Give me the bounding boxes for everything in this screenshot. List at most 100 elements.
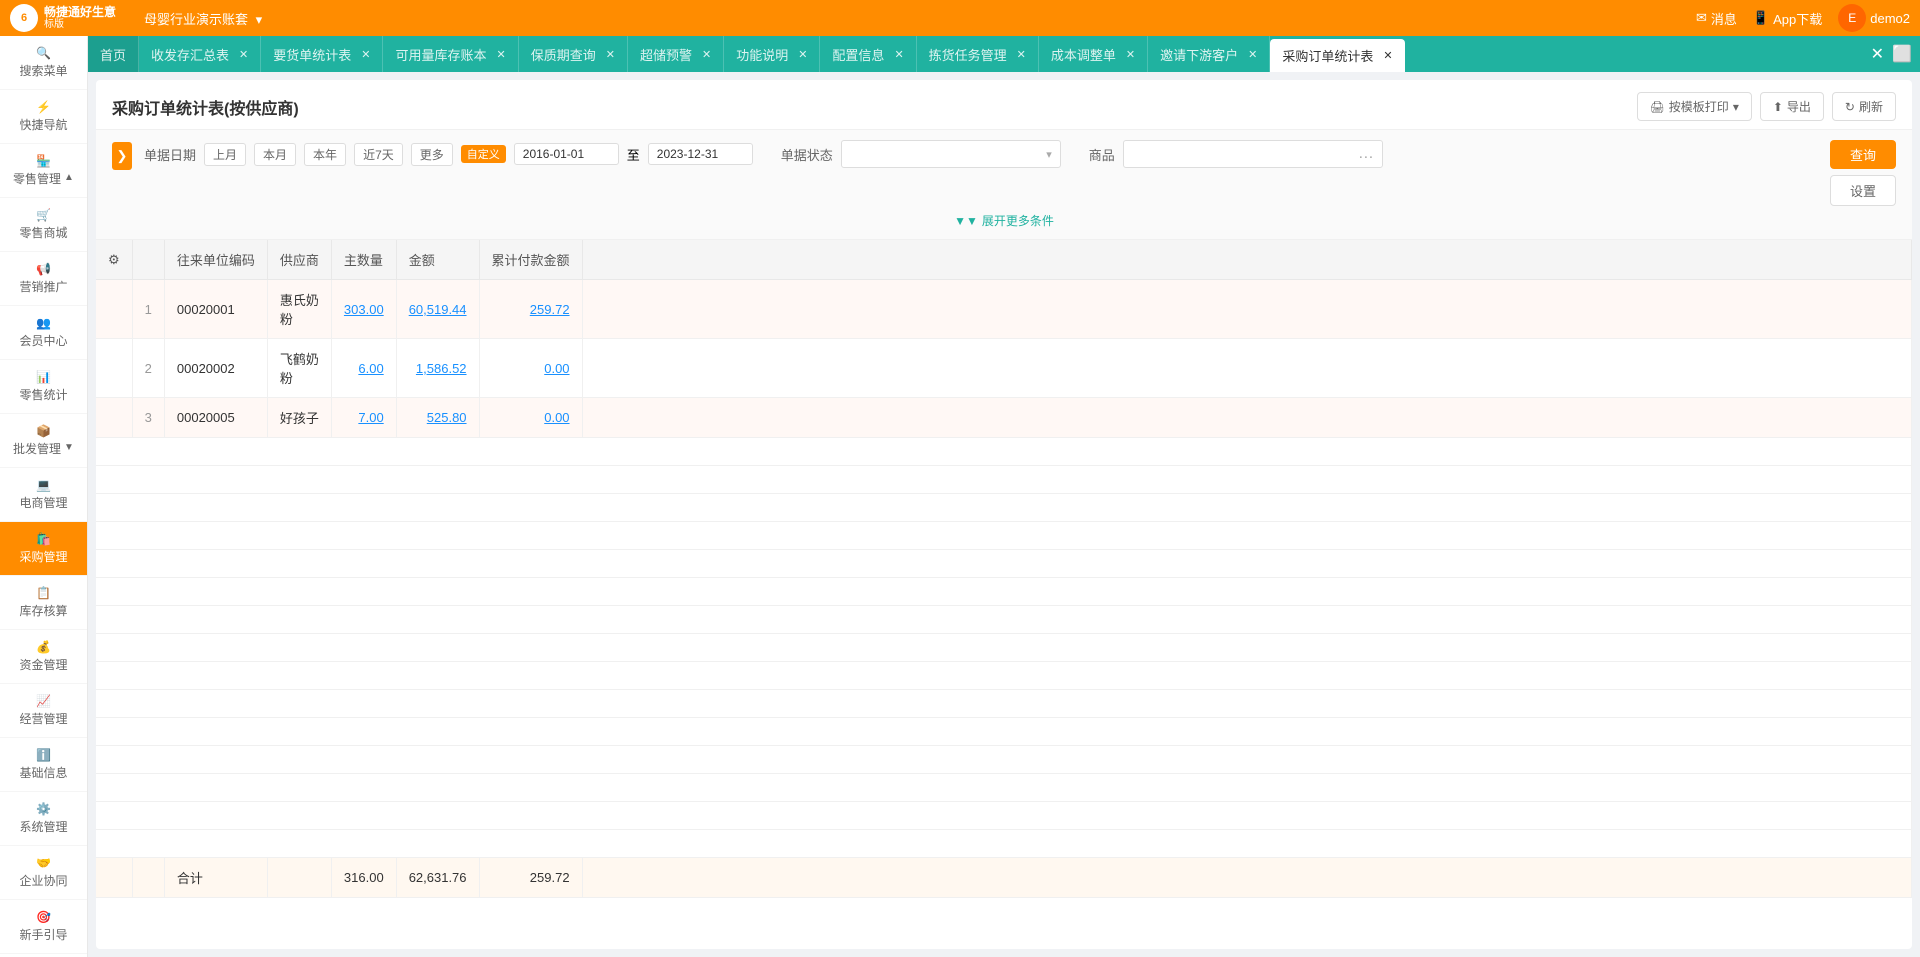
tab-pick-task[interactable]: 拣货任务管理 ✕ bbox=[917, 36, 1039, 72]
tab-cost-adjust[interactable]: 成本调整单 ✕ bbox=[1039, 36, 1148, 72]
app-download-btn[interactable]: 📱 App下载 bbox=[1753, 9, 1822, 28]
tab-close-icon[interactable]: ✕ bbox=[1248, 48, 1257, 61]
row-num: 1 bbox=[132, 280, 164, 339]
scroll-left-btn[interactable]: ❯ bbox=[112, 142, 132, 170]
row-amount[interactable]: 60,519.44 bbox=[396, 280, 479, 339]
sidebar-item-basics[interactable]: ℹ️ 基础信息 bbox=[0, 738, 87, 792]
shortcut-this-year[interactable]: 本年 bbox=[304, 143, 346, 166]
row-supplier: 飞鹤奶粉 bbox=[267, 339, 331, 398]
goods-more-icon[interactable]: … bbox=[1358, 145, 1374, 163]
tab-close-all-btn[interactable]: ✕ bbox=[1871, 44, 1884, 64]
sidebar-item-retail-stats[interactable]: 📊 零售统计 bbox=[0, 360, 87, 414]
row-supplier: 好孩子 bbox=[267, 398, 331, 438]
shortcut-this-month[interactable]: 本月 bbox=[254, 143, 296, 166]
row-paid[interactable]: 259.72 bbox=[479, 280, 582, 339]
tab-receive-summary[interactable]: 收发存汇总表 ✕ bbox=[139, 36, 261, 72]
avatar: E bbox=[1838, 4, 1866, 32]
row-paid[interactable]: 0.00 bbox=[479, 339, 582, 398]
summary-row: 合计 316.00 62,631.76 259.72 bbox=[96, 858, 1912, 898]
tab-close-icon[interactable]: ✕ bbox=[1017, 48, 1026, 61]
tab-config[interactable]: 配置信息 ✕ bbox=[820, 36, 916, 72]
tab-close-icon[interactable]: ✕ bbox=[702, 48, 711, 61]
status-select[interactable]: ▾ bbox=[841, 140, 1061, 168]
tab-close-icon[interactable]: ✕ bbox=[606, 48, 615, 61]
sidebar-item-ecommerce[interactable]: 💻 电商管理 bbox=[0, 468, 87, 522]
data-table: ⚙ 往来单位编码 供应商 主数量 金额 累计付款金额 bbox=[96, 240, 1912, 898]
sidebar-item-system[interactable]: ⚙️ 系统管理 bbox=[0, 792, 87, 846]
row-amount[interactable]: 1,586.52 bbox=[396, 339, 479, 398]
basics-icon: ℹ️ bbox=[6, 748, 81, 762]
sidebar-item-member[interactable]: 👥 会员中心 bbox=[0, 306, 87, 360]
row-paid[interactable]: 0.00 bbox=[479, 398, 582, 438]
shortcut-7days[interactable]: 近7天 bbox=[354, 143, 403, 166]
sidebar-item-marketing[interactable]: 📢 营销推广 bbox=[0, 252, 87, 306]
sidebar-item-guide[interactable]: 🎯 新手引导 bbox=[0, 900, 87, 954]
tab-overstock-warning[interactable]: 超储预警 ✕ bbox=[628, 36, 724, 72]
expand-more-btn[interactable]: ▼▼ 展开更多条件 bbox=[954, 212, 1054, 229]
table-row: 2 00020002 飞鹤奶粉 6.00 1,586.52 0.00 bbox=[96, 339, 1912, 398]
date-from-input[interactable] bbox=[514, 143, 619, 165]
print-btn[interactable]: 🖨 按模板打印 ▾ bbox=[1637, 92, 1752, 121]
workspace-arrow-icon: ▾ bbox=[256, 12, 263, 27]
goods-input[interactable]: … bbox=[1123, 140, 1383, 168]
expand-row: ▼▼ 展开更多条件 bbox=[112, 212, 1896, 229]
logo-text: 畅捷通好生意 标版 bbox=[44, 5, 116, 31]
sidebar-item-quick-nav[interactable]: ⚡ 快捷导航 bbox=[0, 90, 87, 144]
col-settings[interactable]: ⚙ bbox=[96, 240, 132, 280]
empty-row bbox=[96, 466, 1912, 494]
row-qty[interactable]: 6.00 bbox=[331, 339, 396, 398]
row-settings bbox=[96, 280, 132, 339]
tab-close-icon[interactable]: ✕ bbox=[497, 48, 506, 61]
sidebar-item-purchase[interactable]: 🛍️ 采购管理 bbox=[0, 522, 87, 576]
sidebar-item-search[interactable]: 🔍 搜索菜单 bbox=[0, 36, 87, 90]
top-bar-right: ✉ 消息 📱 App下载 E demo2 bbox=[1696, 4, 1910, 32]
sidebar-item-operations[interactable]: 📈 经营管理 bbox=[0, 684, 87, 738]
row-unit-code: 00020002 bbox=[164, 339, 267, 398]
tab-expiry-query[interactable]: 保质期查询 ✕ bbox=[519, 36, 628, 72]
page-actions: 🖨 按模板打印 ▾ ⬆ 导出 ↻ 刷新 bbox=[1637, 92, 1896, 121]
tab-close-icon[interactable]: ✕ bbox=[1126, 48, 1135, 61]
table-row: 1 00020001 惠氏奶粉 303.00 60,519.44 259.72 bbox=[96, 280, 1912, 339]
empty-row bbox=[96, 662, 1912, 690]
workspace-selector[interactable]: 母婴行业演示账套 ▾ bbox=[144, 9, 262, 28]
message-btn[interactable]: ✉ 消息 bbox=[1696, 9, 1737, 28]
status-dropdown-icon: ▾ bbox=[1046, 148, 1052, 161]
sidebar-item-inventory[interactable]: 📋 库存核算 bbox=[0, 576, 87, 630]
sidebar-item-retail-mall[interactable]: 🛒 零售商城 bbox=[0, 198, 87, 252]
filter-action-btns: 查询 设置 bbox=[1830, 140, 1896, 206]
tab-home[interactable]: 首页 bbox=[88, 36, 139, 72]
row-qty[interactable]: 303.00 bbox=[331, 280, 396, 339]
date-to-input[interactable] bbox=[648, 143, 753, 165]
tab-close-icon[interactable]: ✕ bbox=[1383, 49, 1392, 62]
tab-close-icon[interactable]: ✕ bbox=[798, 48, 807, 61]
tab-close-icon[interactable]: ✕ bbox=[894, 48, 903, 61]
tab-invite-downstream[interactable]: 邀请下游客户 ✕ bbox=[1148, 36, 1270, 72]
row-qty[interactable]: 7.00 bbox=[331, 398, 396, 438]
tab-bar: 首页 收发存汇总表 ✕ 要货单统计表 ✕ 可用量库存账本 ✕ 保质期查询 ✕ bbox=[88, 36, 1920, 72]
shortcut-more[interactable]: 更多 bbox=[411, 143, 453, 166]
empty-row bbox=[96, 774, 1912, 802]
user-menu[interactable]: E demo2 bbox=[1838, 4, 1910, 32]
tab-bar-right: ✕ ⬜ bbox=[1863, 36, 1920, 72]
empty-row bbox=[96, 522, 1912, 550]
tab-function-desc[interactable]: 功能说明 ✕ bbox=[724, 36, 820, 72]
sidebar-item-enterprise[interactable]: 🤝 企业协同 bbox=[0, 846, 87, 900]
row-amount[interactable]: 525.80 bbox=[396, 398, 479, 438]
shortcut-last-month[interactable]: 上月 bbox=[204, 143, 246, 166]
sidebar-item-retail-mgmt[interactable]: 🏪 零售管理 ▲ bbox=[0, 144, 87, 198]
filter-cols: 单据日期 上月 本月 本年 近7天 更多 自定义 至 bbox=[144, 140, 1818, 168]
tab-close-icon[interactable]: ✕ bbox=[361, 48, 370, 61]
refresh-btn[interactable]: ↻ 刷新 bbox=[1832, 92, 1896, 121]
tab-restore-btn[interactable]: ⬜ bbox=[1892, 44, 1912, 64]
tab-requisition-stats[interactable]: 要货单统计表 ✕ bbox=[261, 36, 383, 72]
sidebar-item-wholesale[interactable]: 📦 批发管理 ▼ bbox=[0, 414, 87, 468]
tab-purchase-stats[interactable]: 采购订单统计表 ✕ bbox=[1270, 39, 1404, 72]
sidebar-item-finance[interactable]: 💰 资金管理 bbox=[0, 630, 87, 684]
inventory-icon: 📋 bbox=[6, 586, 81, 600]
export-btn[interactable]: ⬆ 导出 bbox=[1760, 92, 1824, 121]
tab-close-icon[interactable]: ✕ bbox=[239, 48, 248, 61]
settings-btn[interactable]: 设置 bbox=[1830, 175, 1896, 206]
query-btn[interactable]: 查询 bbox=[1830, 140, 1896, 169]
col-unit-code: 往来单位编码 bbox=[164, 240, 267, 280]
tab-available-inventory[interactable]: 可用量库存账本 ✕ bbox=[383, 36, 518, 72]
